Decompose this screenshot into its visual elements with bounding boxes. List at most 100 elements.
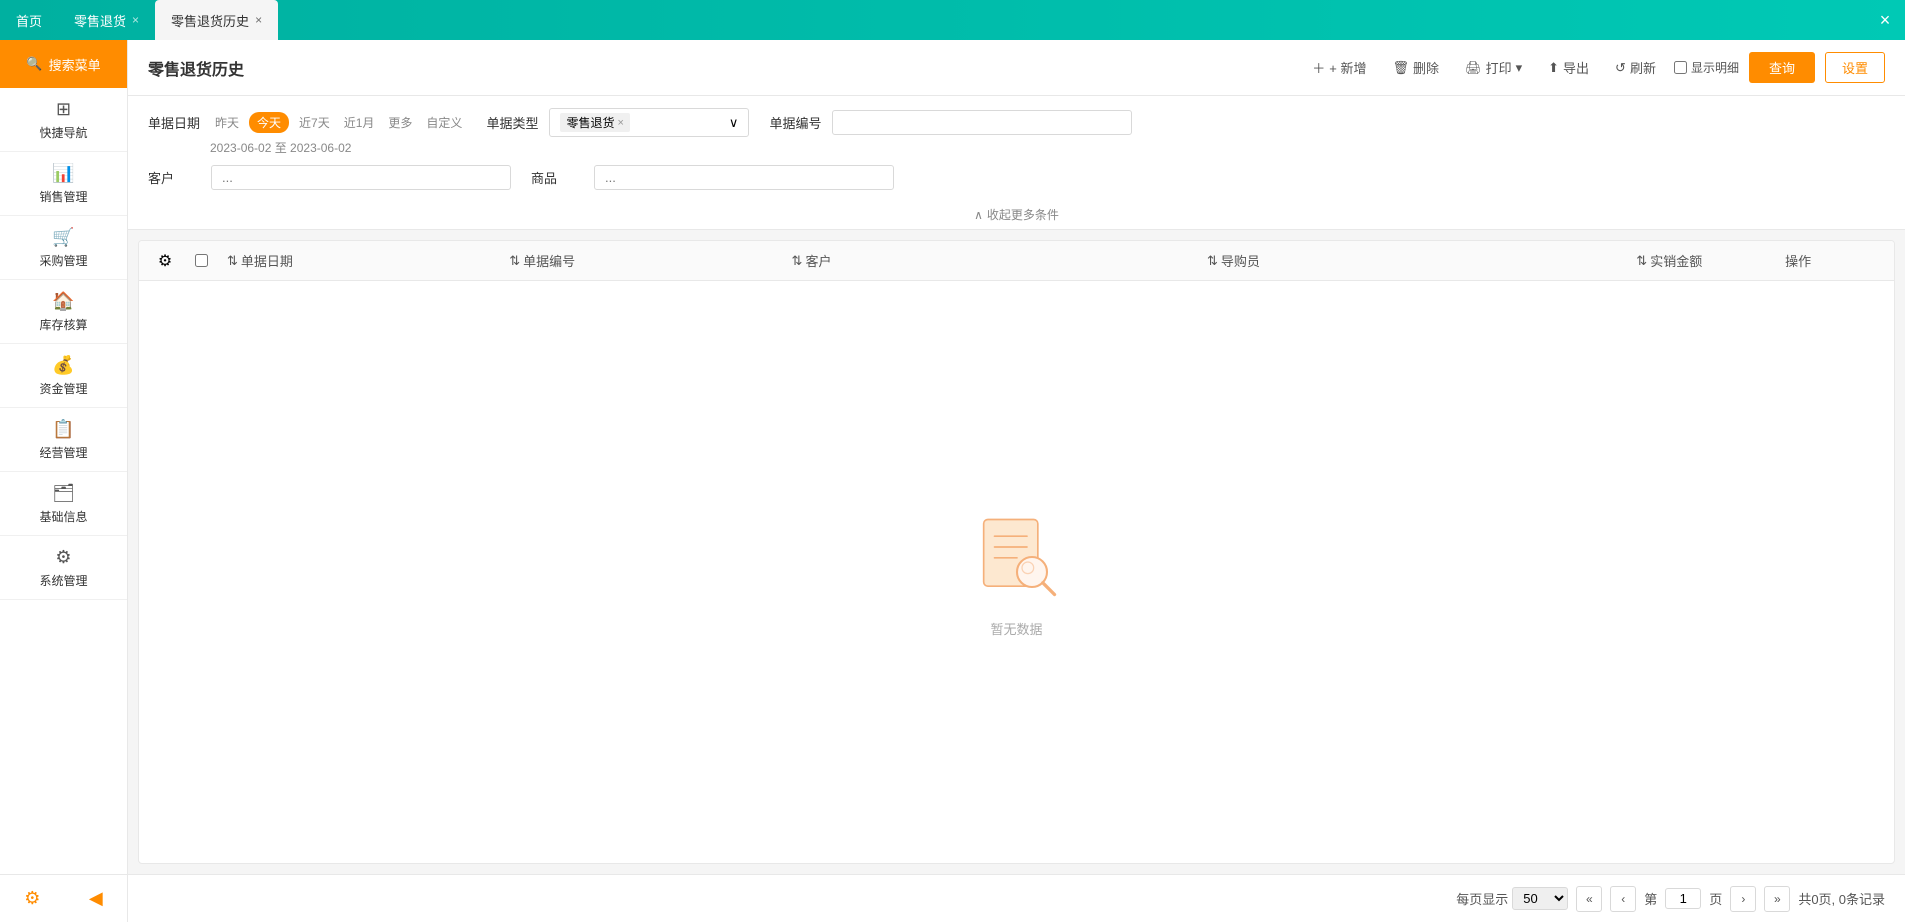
goods-label: 商品	[531, 168, 586, 187]
purchase-icon: 🛒	[52, 227, 74, 248]
empty-state: 暂无数据	[139, 281, 1894, 863]
table-area: ⚙ ⇅ 单据日期 ⇅ 单据编号 ⇅ 客户 ⇅	[138, 240, 1895, 864]
bill-type-tag-close[interactable]: ×	[617, 117, 623, 129]
col-operate-label: 操作	[1785, 251, 1811, 270]
show-detail-checkbox[interactable]	[1674, 61, 1687, 74]
sidebar-bottom: ⚙ ◀	[0, 874, 127, 922]
page-number-input[interactable]	[1665, 888, 1701, 909]
col-guide-sort-icon[interactable]: ⇅	[1207, 253, 1218, 269]
inventory-label: 库存核算	[39, 316, 87, 333]
refresh-label: 刷新	[1630, 58, 1656, 77]
filter-row-2: 客户 商品	[148, 165, 1885, 190]
inventory-icon: 🏠	[52, 291, 74, 312]
col-amount-label: 实销金额	[1650, 251, 1702, 270]
table-settings-icon[interactable]: ⚙	[158, 251, 172, 271]
main-content: 零售退货历史 ＋ + 新增 🗑 删除 🖨 打印 ▾ ⬆ 导出	[128, 40, 1905, 922]
col-date-label: 单据日期	[241, 251, 293, 270]
sidebar-item-operations[interactable]: 📋 经营管理	[0, 408, 127, 472]
table-header: ⚙ ⇅ 单据日期 ⇅ 单据编号 ⇅ 客户 ⇅	[139, 241, 1894, 281]
date-opt-custom[interactable]: 自定义	[422, 112, 466, 133]
date-range-display: 2023-06-02 至 2023-06-02	[210, 141, 351, 155]
header-actions: ＋ + 新增 🗑 删除 🖨 打印 ▾ ⬆ 导出 ↺	[1304, 52, 1885, 83]
refresh-button[interactable]: ↺ 刷新	[1607, 54, 1664, 81]
settings-bottom-icon[interactable]: ⚙	[24, 888, 40, 909]
date-opt-last-month[interactable]: 近1月	[340, 112, 379, 133]
sidebar: 🔍 搜索菜单 ⊞ 快捷导航 📊 销售管理 🛒 采购管理 🏠 库存核算 💰	[0, 40, 128, 922]
date-opt-yesterday[interactable]: 昨天	[211, 112, 243, 133]
col-customer-label: 客户	[805, 251, 831, 270]
col-date-sort-icon[interactable]: ⇅	[227, 253, 238, 269]
bill-type-value: 零售退货	[566, 114, 614, 131]
empty-text: 暂无数据	[990, 619, 1042, 638]
show-detail-label: 显示明细	[1674, 59, 1739, 76]
date-opt-last7[interactable]: 近7天	[295, 112, 334, 133]
finance-icon: 💰	[52, 355, 74, 376]
sidebar-item-sales[interactable]: 📊 销售管理	[0, 152, 127, 216]
add-button[interactable]: ＋ + 新增	[1304, 54, 1374, 81]
col-billno-sort-icon[interactable]: ⇅	[509, 253, 520, 269]
tab-retail-return-close[interactable]: ×	[132, 13, 139, 27]
page-prev-button[interactable]: ‹	[1610, 886, 1636, 912]
sidebar-item-purchase[interactable]: 🛒 采购管理	[0, 216, 127, 280]
page-first-button[interactable]: «	[1576, 886, 1602, 912]
quick-nav-icon: ⊞	[56, 99, 71, 120]
date-options: 昨天 今天 近7天 近1月 更多 自定义	[211, 112, 466, 133]
customer-label: 客户	[148, 168, 203, 187]
bill-no-input[interactable]	[832, 110, 1132, 135]
page-last-button[interactable]: »	[1764, 886, 1790, 912]
pagination-bar: 每页显示 50 10 20 100 « ‹ 第 页 › » 共0页, 0条记录	[128, 874, 1905, 922]
sidebar-item-finance[interactable]: 💰 资金管理	[0, 344, 127, 408]
search-icon: 🔍	[26, 56, 42, 72]
collapse-icon: ∧	[974, 208, 983, 222]
tab-retail-return-history[interactable]: 零售退货历史 ×	[155, 0, 278, 40]
goods-filter-item: 商品	[531, 165, 894, 190]
bill-type-select[interactable]: 零售退货 × ∨	[549, 108, 749, 137]
export-icon: ⬆	[1548, 60, 1559, 76]
page-label-post: 页	[1709, 889, 1722, 908]
window-close-button[interactable]: ×	[1865, 0, 1905, 40]
date-opt-more[interactable]: 更多	[384, 112, 416, 133]
print-button[interactable]: 🖨 打印 ▾	[1457, 54, 1530, 81]
system-icon: ⚙	[55, 547, 71, 568]
col-amount: ⇅ 实销金额	[1481, 251, 1710, 270]
operations-label: 经营管理	[39, 444, 87, 461]
page-size-selector: 每页显示 50 10 20 100	[1456, 887, 1568, 910]
delete-button[interactable]: 🗑 删除	[1385, 54, 1448, 81]
refresh-icon: ↺	[1615, 60, 1626, 76]
page-title: 零售退货历史	[148, 56, 244, 80]
date-opt-today[interactable]: 今天	[249, 112, 289, 133]
customer-input[interactable]	[211, 165, 511, 190]
customer-filter-item: 客户	[148, 165, 511, 190]
bill-no-label: 单据编号	[769, 113, 824, 132]
basic-info-label: 基础信息	[39, 508, 87, 525]
query-button[interactable]: 查询	[1749, 52, 1815, 83]
add-label: + 新增	[1329, 58, 1366, 77]
collapse-bar[interactable]: ∧ 收起更多条件	[148, 200, 1885, 229]
col-billno: ⇅ 单据编号	[501, 251, 783, 270]
per-page-select[interactable]: 50 10 20 100	[1512, 887, 1568, 910]
goods-input[interactable]	[594, 165, 894, 190]
settings-button[interactable]: 设置	[1825, 52, 1885, 83]
tab-retail-return-label: 零售退货	[74, 11, 126, 30]
sidebar-item-inventory[interactable]: 🏠 库存核算	[0, 280, 127, 344]
sales-icon: 📊	[52, 163, 74, 184]
sidebar-item-basic-info[interactable]: 🗂 基础信息	[0, 472, 127, 536]
sidebar-search[interactable]: 🔍 搜索菜单	[0, 40, 127, 88]
sidebar-item-system[interactable]: ⚙ 系统管理	[0, 536, 127, 600]
quick-nav-label: 快捷导航	[39, 124, 87, 141]
select-all-checkbox[interactable]	[195, 254, 208, 267]
page-next-button[interactable]: ›	[1730, 886, 1756, 912]
export-button[interactable]: ⬆ 导出	[1540, 54, 1597, 81]
tab-retail-return-history-close[interactable]: ×	[255, 13, 262, 27]
sidebar-item-quick-nav[interactable]: ⊞ 快捷导航	[0, 88, 127, 152]
col-date: ⇅ 单据日期	[219, 251, 501, 270]
col-customer-sort-icon[interactable]: ⇅	[792, 253, 803, 269]
tab-retail-return[interactable]: 零售退货 ×	[58, 0, 155, 40]
tab-home[interactable]: 首页	[0, 0, 58, 40]
collapse-sidebar-icon[interactable]: ◀	[89, 888, 103, 909]
print-icon: 🖨	[1465, 60, 1482, 76]
col-amount-sort-icon[interactable]: ⇅	[1636, 253, 1647, 269]
sidebar-nav: ⊞ 快捷导航 📊 销售管理 🛒 采购管理 🏠 库存核算 💰 资金管理 📋	[0, 88, 127, 874]
date-filter-item: 单据日期 昨天 今天 近7天 近1月 更多 自定义	[148, 112, 466, 133]
bill-type-dropdown-icon: ∨	[729, 115, 739, 131]
